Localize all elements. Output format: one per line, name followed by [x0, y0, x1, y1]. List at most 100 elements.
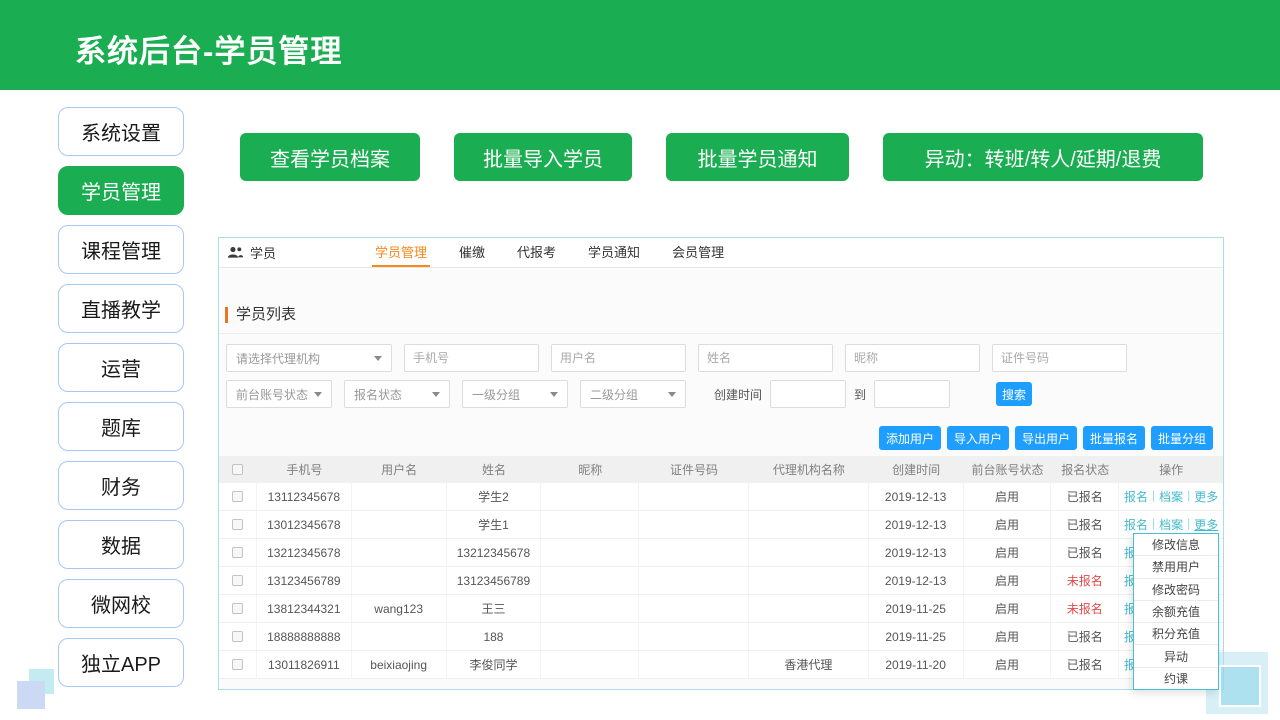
sidebar: 系统设置 学员管理 课程管理 直播教学 运营 题库 财务 数据 微网校 独立AP… [58, 107, 184, 687]
chevron-down-icon [550, 392, 558, 397]
phone-input[interactable] [404, 344, 539, 372]
row-checkbox[interactable] [232, 603, 243, 614]
created-time-label: 创建时间 [714, 386, 762, 403]
panel-header: 学员 学员管理 催缴 代报考 学员通知 会员管理 [219, 238, 1223, 268]
row-checkbox[interactable] [232, 575, 243, 586]
menu-item-points-recharge[interactable]: 积分充值 [1134, 623, 1218, 645]
select-all-checkbox[interactable] [232, 464, 243, 475]
page-title: 系统后台-学员管理 [0, 0, 1280, 71]
sidebar-item-finance[interactable]: 财务 [58, 461, 184, 510]
batch-enroll-button[interactable]: 批量报名 [1083, 426, 1145, 450]
more-link-open[interactable]: 更多 [1194, 516, 1218, 533]
cell-username [352, 623, 447, 650]
cell-account-status: 启用 [964, 511, 1052, 538]
import-users-button[interactable]: 导入用户 [947, 426, 1009, 450]
id-number-input[interactable] [992, 344, 1127, 372]
cell-enroll-status: 未报名 [1051, 567, 1119, 594]
profile-link[interactable]: 档案 [1159, 516, 1183, 533]
menu-item-edit-info[interactable]: 修改信息 [1134, 534, 1218, 556]
created-time-to-input[interactable] [874, 380, 950, 408]
cell-id-number [639, 539, 749, 566]
bulk-actions-row: 添加用户 导入用户 导出用户 批量报名 批量分组 [219, 426, 1213, 450]
group-level1-select[interactable]: 一级分组 [462, 380, 568, 408]
row-checkbox[interactable] [232, 491, 243, 502]
sidebar-item-question-bank[interactable]: 题库 [58, 402, 184, 451]
cell-agency [749, 595, 869, 622]
quick-action-view-student-files[interactable]: 查看学员档案 [240, 133, 420, 181]
chevron-down-icon [374, 356, 382, 361]
col-nickname: 昵称 [541, 456, 639, 483]
cell-name: 李俊同学 [447, 651, 542, 678]
cell-enroll-status: 已报名 [1051, 483, 1119, 510]
sidebar-item-standalone-app[interactable]: 独立APP [58, 638, 184, 687]
menu-item-change-password[interactable]: 修改密码 [1134, 579, 1218, 601]
enroll-link[interactable]: 报名 [1124, 488, 1148, 505]
sidebar-item-course-management[interactable]: 课程管理 [58, 225, 184, 274]
enroll-status-select[interactable]: 报名状态 [344, 380, 450, 408]
sidebar-item-system-settings[interactable]: 系统设置 [58, 107, 184, 156]
row-checkbox[interactable] [232, 519, 243, 530]
tab-proxy-exam-registration[interactable]: 代报考 [514, 238, 559, 267]
quick-action-change-transfer-refund[interactable]: 异动：转班/转人/延期/退费 [883, 133, 1203, 181]
search-button[interactable]: 搜索 [996, 382, 1032, 406]
profile-link[interactable]: 档案 [1159, 488, 1183, 505]
group-level2-select[interactable]: 二级分组 [580, 380, 686, 408]
tab-student-management[interactable]: 学员管理 [372, 238, 430, 267]
cell-phone: 13812344321 [257, 595, 352, 622]
account-status-select[interactable]: 前台账号状态 [226, 380, 332, 408]
cell-account-status: 启用 [964, 595, 1052, 622]
row-checkbox[interactable] [232, 631, 243, 642]
more-link[interactable]: 更多 [1194, 488, 1218, 505]
cell-agency [749, 483, 869, 510]
export-users-button[interactable]: 导出用户 [1015, 426, 1077, 450]
created-time-from-input[interactable] [770, 380, 846, 408]
group-level2-select-value: 二级分组 [590, 386, 638, 403]
cell-username: wang123 [352, 595, 447, 622]
enroll-link[interactable]: 报名 [1124, 516, 1148, 533]
cell-username [352, 567, 447, 594]
row-checkbox[interactable] [232, 659, 243, 670]
cell-phone: 18888888888 [257, 623, 352, 650]
cell-enroll-status: 已报名 [1051, 623, 1119, 650]
cell-nickname [541, 595, 639, 622]
sidebar-item-data[interactable]: 数据 [58, 520, 184, 569]
link-separator: | [1187, 488, 1190, 505]
cell-nickname [541, 511, 639, 538]
agency-select[interactable]: 请选择代理机构 [226, 344, 392, 372]
batch-group-button[interactable]: 批量分组 [1151, 426, 1213, 450]
tab-member-management[interactable]: 会员管理 [669, 238, 727, 267]
quick-actions-row: 查看学员档案 批量导入学员 批量学员通知 异动：转班/转人/延期/退费 [240, 133, 1203, 181]
quick-action-batch-student-notice[interactable]: 批量学员通知 [666, 133, 849, 181]
sidebar-item-live-teaching[interactable]: 直播教学 [58, 284, 184, 333]
student-panel: 学员 学员管理 催缴 代报考 学员通知 会员管理 学员列表 请选择代理机构 [218, 237, 1224, 690]
cell-created: 2019-11-25 [869, 623, 964, 650]
student-table: 手机号 用户名 姓名 昵称 证件号码 代理机构名称 创建时间 前台账号状态 报名… [219, 456, 1223, 679]
tab-payment-reminder[interactable]: 催缴 [456, 238, 488, 267]
table-row: 13212345678 13212345678 2019-12-13 启用 已报… [219, 539, 1223, 567]
cell-enroll-status: 未报名 [1051, 595, 1119, 622]
name-input[interactable] [698, 344, 833, 372]
cell-nickname [541, 623, 639, 650]
link-separator: | [1152, 516, 1155, 533]
sidebar-item-operations[interactable]: 运营 [58, 343, 184, 392]
cell-created: 2019-12-13 [869, 539, 964, 566]
table-row: 13112345678 学生2 2019-12-13 启用 已报名 报名|档案|… [219, 483, 1223, 511]
filter-area: 请选择代理机构 前台账号状态 报名状态 [219, 334, 1223, 408]
menu-item-book-class[interactable]: 约课 [1134, 668, 1218, 689]
cell-phone: 13212345678 [257, 539, 352, 566]
tab-student-notice[interactable]: 学员通知 [585, 238, 643, 267]
cell-account-status: 启用 [964, 483, 1052, 510]
menu-item-disable-user[interactable]: 禁用用户 [1134, 556, 1218, 578]
chevron-down-icon [668, 392, 676, 397]
add-user-button[interactable]: 添加用户 [879, 426, 941, 450]
menu-item-change-status[interactable]: 异动 [1134, 645, 1218, 667]
username-input[interactable] [551, 344, 686, 372]
cell-phone: 13112345678 [257, 483, 352, 510]
row-checkbox[interactable] [232, 547, 243, 558]
sidebar-item-student-management[interactable]: 学员管理 [58, 166, 184, 215]
nickname-input[interactable] [845, 344, 980, 372]
col-enroll-status: 报名状态 [1051, 456, 1119, 483]
menu-item-balance-recharge[interactable]: 余额充值 [1134, 601, 1218, 623]
quick-action-batch-import-students[interactable]: 批量导入学员 [454, 133, 632, 181]
sidebar-item-micro-school[interactable]: 微网校 [58, 579, 184, 628]
